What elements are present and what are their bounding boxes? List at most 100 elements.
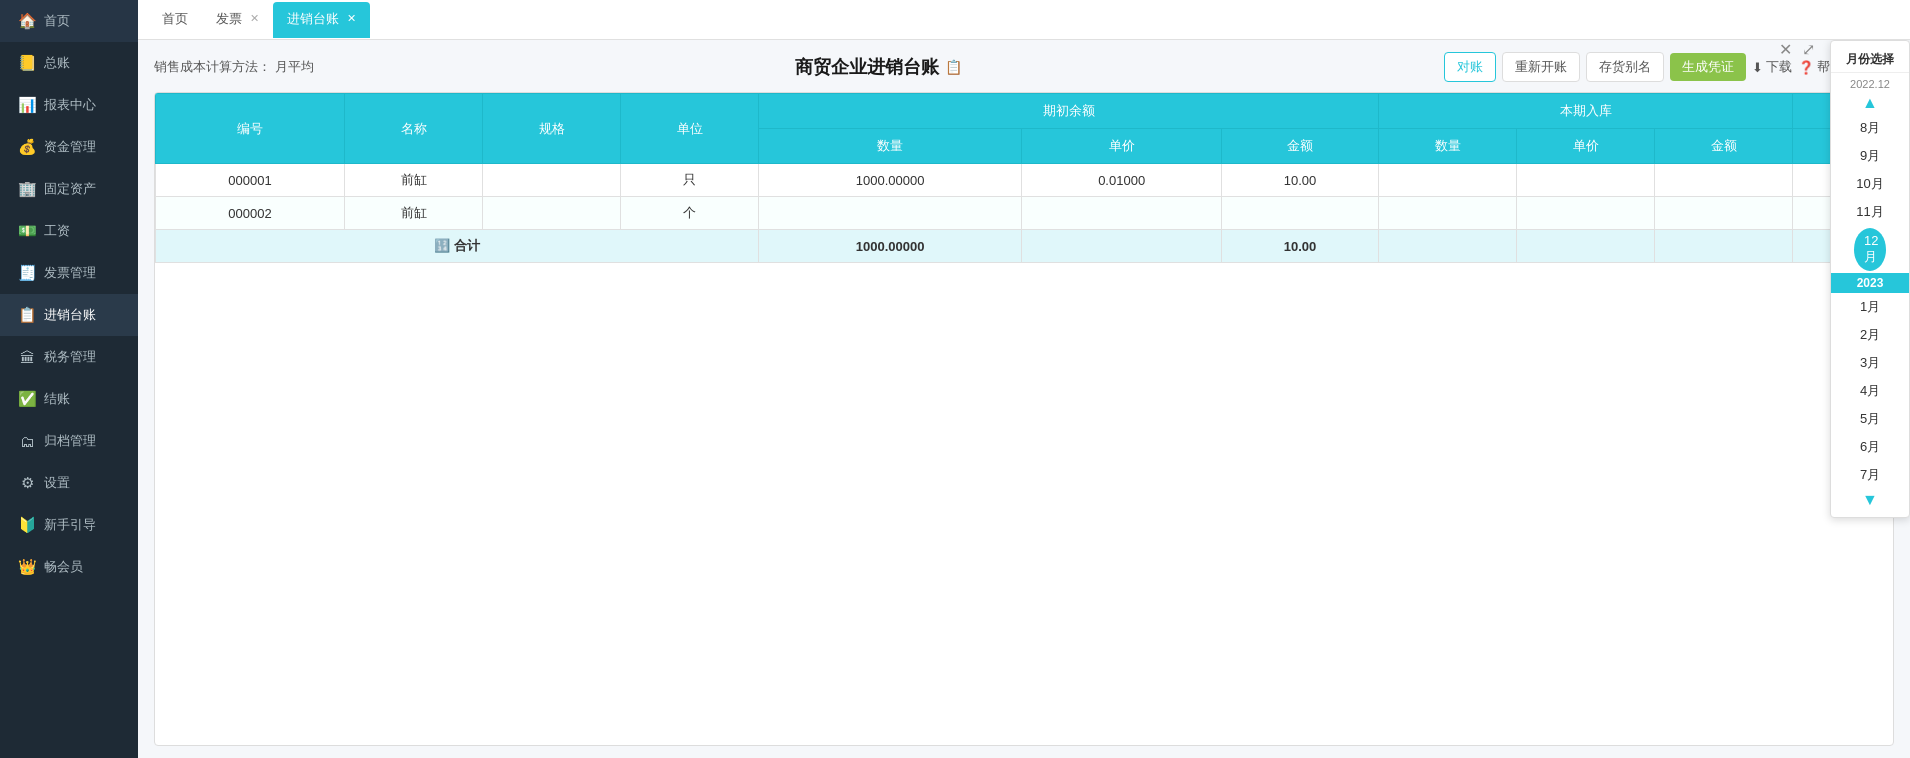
month-item-8[interactable]: 8月 [1831,114,1909,142]
window-close-button[interactable]: ✕ [1779,40,1792,59]
payroll-icon: 💵 [18,222,36,240]
download-icon: ⬇ [1752,60,1763,75]
tab-purchase-sale-close[interactable]: ✕ [347,12,356,25]
month-picker-year-2022: 2022.12 [1831,76,1909,92]
month-picker-title: 月份选择 [1831,47,1909,73]
tab-purchase-sale[interactable]: 进销台账 ✕ [273,2,370,38]
sidebar-item-tax[interactable]: 🏛 税务管理 [0,336,138,378]
col-subheader-amount: 金额 [1221,129,1378,164]
save-alias-button[interactable]: 存货别名 [1586,52,1664,82]
sidebar-item-guide[interactable]: 🔰 新手引导 [0,504,138,546]
cost-method-value: 月平均 [275,59,314,74]
col-subheader-in-amount: 金额 [1655,129,1793,164]
vip-icon: 👑 [18,558,36,576]
tab-purchase-sale-label: 进销台账 [287,10,339,28]
cell-unit-price [1022,197,1222,230]
cell-amount: 10.00 [1221,164,1378,197]
tab-home-label: 首页 [162,10,188,28]
cell-in-qty [1379,197,1517,230]
col-header-name: 名称 [345,94,483,164]
month-item-10[interactable]: 10月 [1831,170,1909,198]
download-button[interactable]: ⬇ 下载 [1752,58,1792,76]
sidebar-item-purchase-sale[interactable]: 📋 进销台账 [0,294,138,336]
col-subheader-in-qty: 数量 [1379,129,1517,164]
month-item-6[interactable]: 6月 [1831,433,1909,461]
cell-spec [483,164,621,197]
sidebar-item-ledger[interactable]: 📒 总账 [0,42,138,84]
sidebar-item-invoice-mgmt[interactable]: 🧾 发票管理 [0,252,138,294]
total-qty: 1000.00000 [759,230,1022,263]
settings-icon: ⚙ [18,474,36,492]
month-picker-year-2023: 2023 [1831,273,1909,293]
cell-qty [759,197,1022,230]
cell-amount [1221,197,1378,230]
sidebar-item-label: 资金管理 [44,138,96,156]
reopen-button[interactable]: 重新开账 [1502,52,1580,82]
sidebar-item-label: 归档管理 [44,432,96,450]
tab-home[interactable]: 首页 [148,2,202,38]
col-header-code: 编号 [156,94,345,164]
window-maximize-button[interactable]: ⤢ [1802,40,1815,59]
table-total-row: 🔢 合计 1000.00000 10.00 [156,230,1893,263]
total-in-qty [1379,230,1517,263]
tab-invoice[interactable]: 发票 ✕ [202,2,273,38]
cell-spec [483,197,621,230]
month-picker-scroll-up[interactable]: ▲ [1831,92,1909,114]
settlement-icon: ✅ [18,390,36,408]
tax-icon: 🏛 [18,349,36,366]
month-item-4[interactable]: 4月 [1831,377,1909,405]
cell-in-unit-price [1517,197,1655,230]
archive-icon: 🗂 [18,433,36,450]
col-header-opening: 期初余额 [759,94,1379,129]
cell-in-amount [1655,197,1793,230]
sidebar-item-home[interactable]: 🏠 首页 [0,0,138,42]
month-item-9[interactable]: 9月 [1831,142,1909,170]
toolbar: 对账 重新开账 存货别名 生成凭证 ⬇ 下载 ❓ 帮助 🔄 刷新 [1444,52,1894,82]
cost-method-label: 销售成本计算方法： [154,59,271,74]
sidebar-item-report[interactable]: 📊 报表中心 [0,84,138,126]
sidebar-item-settings[interactable]: ⚙ 设置 [0,462,138,504]
month-item-2[interactable]: 2月 [1831,321,1909,349]
finance-icon: 💰 [18,138,36,156]
table-row: 000001 前缸 只 1000.00000 0.01000 10.00 [156,164,1893,197]
help-icon: ❓ [1798,60,1814,75]
tab-invoice-close[interactable]: ✕ [250,12,259,25]
tabs-bar: 首页 发票 ✕ 进销台账 ✕ [138,0,1910,40]
cell-unit: 个 [621,197,759,230]
total-icon: 🔢 [434,238,454,253]
reconcile-button[interactable]: 对账 [1444,52,1496,82]
cell-code: 000002 [156,197,345,230]
cell-in-qty [1379,164,1517,197]
sidebar-item-finance[interactable]: 💰 资金管理 [0,126,138,168]
page-title: 商贸企业进销台账 📋 [795,55,962,79]
page-title-icon[interactable]: 📋 [945,59,962,75]
cell-name: 前缸 [345,197,483,230]
sidebar-item-label: 总账 [44,54,70,72]
total-unit-price [1022,230,1222,263]
month-picker-panel: 月份选择 2022.12 ▲ 8月 9月 10月 11月 12月 2023 1月… [1830,40,1910,518]
sidebar-item-label: 结账 [44,390,70,408]
month-item-7[interactable]: 7月 [1831,461,1909,489]
generate-voucher-button[interactable]: 生成凭证 [1670,53,1746,81]
sidebar-item-vip[interactable]: 👑 畅会员 [0,546,138,588]
sidebar-item-archive[interactable]: 🗂 归档管理 [0,420,138,462]
month-item-12[interactable]: 12月 [1854,228,1886,271]
month-item-1[interactable]: 1月 [1831,293,1909,321]
cell-name: 前缸 [345,164,483,197]
cost-method: 销售成本计算方法： 月平均 [154,58,314,76]
col-header-current-in: 本期入库 [1379,94,1793,129]
data-table: 编号 名称 规格 单位 期初余额 本期入库 数量 单价 金额 数量 单价 [154,92,1894,746]
sidebar-item-settlement[interactable]: ✅ 结账 [0,378,138,420]
month-item-5[interactable]: 5月 [1831,405,1909,433]
page-body: 销售成本计算方法： 月平均 商贸企业进销台账 📋 对账 重新开账 存货别名 生成… [138,40,1910,758]
sidebar-item-payroll[interactable]: 💵 工资 [0,210,138,252]
sidebar-item-label: 固定资产 [44,180,96,198]
col-subheader-qty: 数量 [759,129,1022,164]
month-picker-scroll-down[interactable]: ▼ [1831,489,1909,511]
sidebar-item-fixed-assets[interactable]: 🏢 固定资产 [0,168,138,210]
sidebar: 🏠 首页 📒 总账 📊 报表中心 💰 资金管理 🏢 固定资产 💵 工资 🧾 发票… [0,0,138,758]
col-header-unit: 单位 [621,94,759,164]
month-item-3[interactable]: 3月 [1831,349,1909,377]
month-item-11[interactable]: 11月 [1831,198,1909,226]
sidebar-item-label: 报表中心 [44,96,96,114]
